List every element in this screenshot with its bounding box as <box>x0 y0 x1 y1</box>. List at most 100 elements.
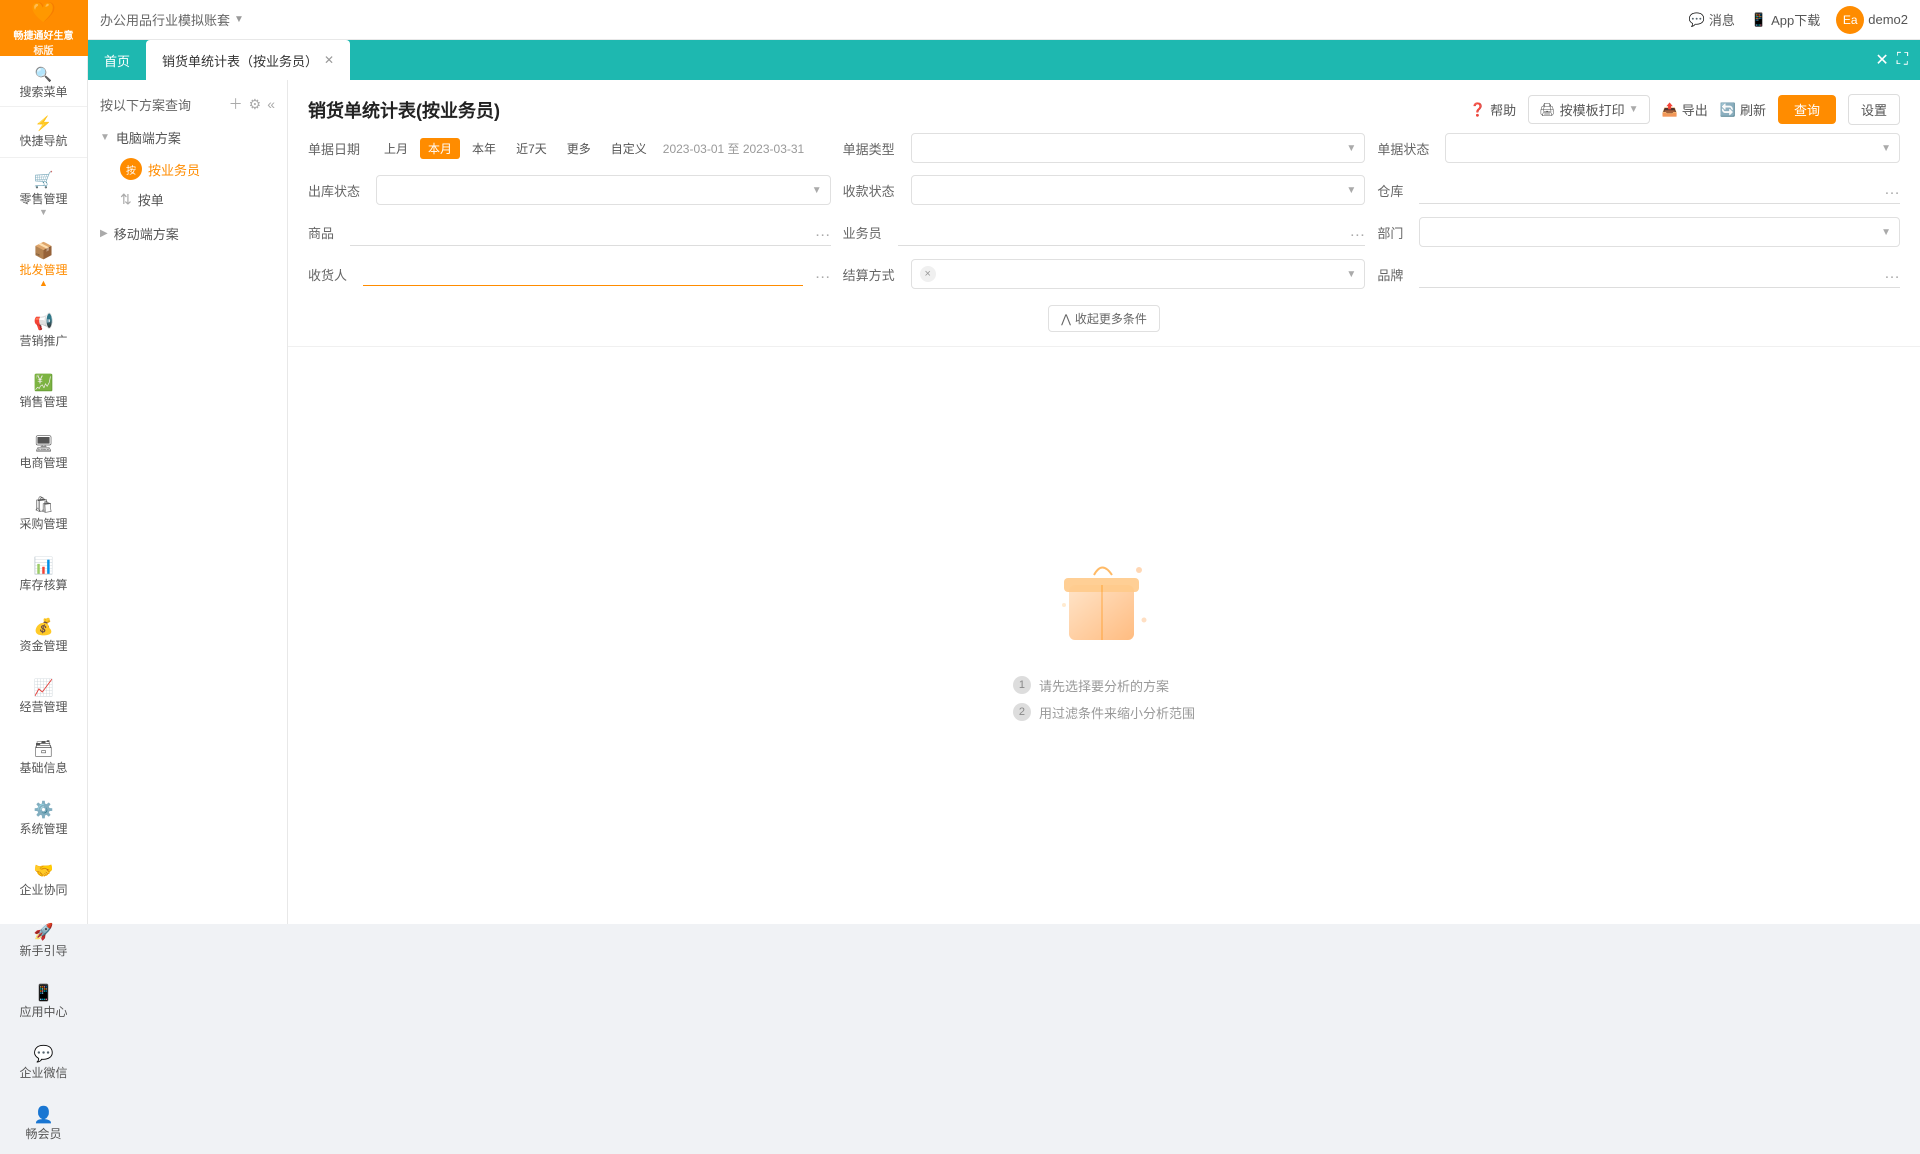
sidebar-item-label-system: 系统管理 <box>19 820 67 837</box>
settlement-select[interactable]: × ▼ <box>911 259 1366 289</box>
consignee-label: 收货人 <box>308 265 347 284</box>
empty-hint-1-text: 请先选择要分析的方案 <box>1039 676 1169 695</box>
maximize-icon[interactable]: ⛶ <box>1897 51 1908 69</box>
salesperson-input-wrapper: … <box>898 219 1366 246</box>
query-btn[interactable]: 查询 <box>1778 95 1836 124</box>
export-icon: 📤 <box>1662 102 1678 118</box>
sidebar-item-operations[interactable]: 📈 经营管理 <box>0 666 87 727</box>
product-dots[interactable]: … <box>815 223 831 241</box>
date-tab-custom[interactable]: 自定义 <box>603 138 655 159</box>
payment-status-arrow: ▼ <box>1346 185 1356 196</box>
product-filter-cell: 商品 … <box>308 219 831 246</box>
sidebar-item-basic[interactable]: 🗃 基础信息 <box>0 727 87 788</box>
salesperson-dots[interactable]: … <box>1349 223 1365 241</box>
sidebar-item-purchase[interactable]: 🛍 采购管理 <box>0 483 87 544</box>
user-menu[interactable]: Ea demo2 <box>1836 6 1908 34</box>
app-download-btn[interactable]: 📱 App下载 <box>1751 10 1820 29</box>
consignee-input[interactable] <box>363 262 803 286</box>
left-panel-header: 按以下方案查询 ＋ ⚙ « <box>88 90 287 122</box>
marketing-icon: 📢 <box>34 312 54 332</box>
collapse-row: ⋀ 收起更多条件 <box>308 297 1900 336</box>
sidebar-item-ecom[interactable]: 🖥 电商管理 <box>0 422 87 483</box>
doc-type-arrow: ▼ <box>1346 143 1356 154</box>
warehouse-dots[interactable]: … <box>1884 181 1900 199</box>
help-label: 帮助 <box>1490 100 1516 119</box>
account-dropdown[interactable]: 办公用品行业模拟账套 ▼ <box>100 10 244 29</box>
message-btn[interactable]: 💬 消息 <box>1689 10 1735 29</box>
sidebar-item-wholesale[interactable]: 📦 批发管理 ▲ <box>0 229 87 300</box>
tree-mobile-label: 移动端方案 <box>114 224 179 243</box>
scheme-by-order[interactable]: ⇅ 按单 <box>108 185 287 214</box>
scheme-by-salesperson[interactable]: 按 按业务员 <box>108 153 287 185</box>
collapse-btn[interactable]: ⋀ 收起更多条件 <box>1048 305 1160 332</box>
date-tab-this-month[interactable]: 本月 <box>420 138 460 159</box>
payment-status-select[interactable]: ▼ <box>911 175 1366 205</box>
account-dropdown-arrow: ▼ <box>234 14 244 25</box>
refresh-btn[interactable]: 🔄 刷新 <box>1720 100 1766 119</box>
main-area: 办公用品行业模拟账套 ▼ 💬 消息 📱 App下载 Ea demo2 首页 销货… <box>88 0 1920 924</box>
sidebar-item-sales[interactable]: 💹 销售管理 <box>0 361 87 422</box>
date-tab-more[interactable]: 更多 <box>559 138 599 159</box>
empty-hint-2: 2 用过滤条件来缩小分析范围 <box>1013 703 1195 722</box>
settlement-clear[interactable]: × <box>920 266 936 282</box>
sidebar-item-retail[interactable]: 🛒 零售管理 ▼ <box>0 158 87 229</box>
consignee-dots[interactable]: … <box>815 265 831 283</box>
out-status-select[interactable]: ▼ <box>376 175 831 205</box>
doc-status-filter-cell: 单据状态 ▼ <box>1377 133 1900 163</box>
left-panel-action-group: ＋ ⚙ « <box>229 94 275 114</box>
settings-scheme-btn[interactable]: ⚙ <box>249 96 262 113</box>
app-download-label: App下载 <box>1771 10 1820 29</box>
doc-status-arrow: ▼ <box>1881 143 1891 154</box>
retail-arrow: ▼ <box>39 207 48 217</box>
corpwx-icon: 💬 <box>34 1044 54 1064</box>
sidebar-item-label-appcenter: 应用中心 <box>19 1003 67 1020</box>
date-filter-cell: 单据日期 上月 本月 本年 近7天 更多 自定义 2023-03-01 至 20… <box>308 138 831 159</box>
date-range-text: 2023-03-01 至 2023-03-31 <box>663 140 804 157</box>
sidebar-item-appcenter[interactable]: 📱 应用中心 <box>0 971 87 1032</box>
settings-btn[interactable]: 设置 <box>1848 94 1900 125</box>
help-icon: ❓ <box>1470 102 1486 118</box>
add-scheme-btn[interactable]: ＋ <box>229 94 243 114</box>
export-btn[interactable]: 📤 导出 <box>1662 100 1708 119</box>
doc-type-select[interactable]: ▼ <box>911 133 1366 163</box>
brand-label: 品牌 <box>1377 265 1403 284</box>
sidebar-item-system[interactable]: ⚙️ 系统管理 <box>0 788 87 849</box>
payment-status-filter-cell: 收款状态 ▼ <box>843 175 1366 205</box>
tab-home[interactable]: 首页 <box>88 40 146 80</box>
warehouse-filter-cell: 仓库 … <box>1377 177 1900 204</box>
date-tab-last-month[interactable]: 上月 <box>376 138 416 159</box>
tab-close-icon[interactable]: ✕ <box>324 53 334 67</box>
sidebar-item-member[interactable]: 👤 畅会员 <box>0 1093 87 1154</box>
close-tab-icon[interactable]: ✕ <box>1875 50 1888 70</box>
tree-desktop[interactable]: ▼ 电脑端方案 <box>88 122 287 153</box>
newuser-icon: 🚀 <box>34 922 54 942</box>
sidebar-item-label-newuser: 新手引导 <box>19 942 67 959</box>
department-label: 部门 <box>1377 223 1403 242</box>
tab-sales-stat[interactable]: 销货单统计表（按业务员） ✕ <box>146 40 350 80</box>
sidebar-item-finance[interactable]: 💰 资金管理 <box>0 605 87 666</box>
quick-nav[interactable]: ⚡ 快捷导航 <box>0 107 87 158</box>
hint-num-2: 2 <box>1013 703 1031 721</box>
print-btn[interactable]: 🖨 按模板打印 ▼ <box>1528 95 1649 124</box>
sidebar-item-enterprise[interactable]: 🤝 企业协同 <box>0 849 87 910</box>
date-tab-this-year[interactable]: 本年 <box>464 138 504 159</box>
date-tab-7days[interactable]: 近7天 <box>508 138 555 159</box>
search-menu[interactable]: 🔍 搜索菜单 <box>0 56 87 107</box>
tree-mobile[interactable]: ▶ 移动端方案 <box>88 218 287 249</box>
sidebar-item-label-enterprise: 企业协同 <box>19 881 67 898</box>
user-avatar: Ea <box>1836 6 1864 34</box>
sidebar-item-corpwx[interactable]: 💬 企业微信 <box>0 1032 87 1093</box>
username: demo2 <box>1868 12 1908 27</box>
sidebar-item-newuser[interactable]: 🚀 新手引导 <box>0 910 87 971</box>
sidebar-item-marketing[interactable]: 📢 营销推广 <box>0 300 87 361</box>
sidebar-item-inventory[interactable]: 📊 库存核算 <box>0 544 87 605</box>
sidebar: 🧡 畅捷通好生意 标版 🔍 搜索菜单 ⚡ 快捷导航 🛒 零售管理 ▼ 📦 批发管… <box>0 0 88 924</box>
salesperson-filter-cell: 业务员 … <box>843 219 1366 246</box>
brand-dots[interactable]: … <box>1884 265 1900 283</box>
department-select[interactable]: ▼ <box>1419 217 1900 247</box>
inventory-icon: 📊 <box>34 556 54 576</box>
doc-status-select[interactable]: ▼ <box>1445 133 1900 163</box>
department-arrow: ▼ <box>1881 227 1891 238</box>
collapse-panel-btn[interactable]: « <box>267 96 275 112</box>
help-btn[interactable]: ❓ 帮助 <box>1470 100 1516 119</box>
